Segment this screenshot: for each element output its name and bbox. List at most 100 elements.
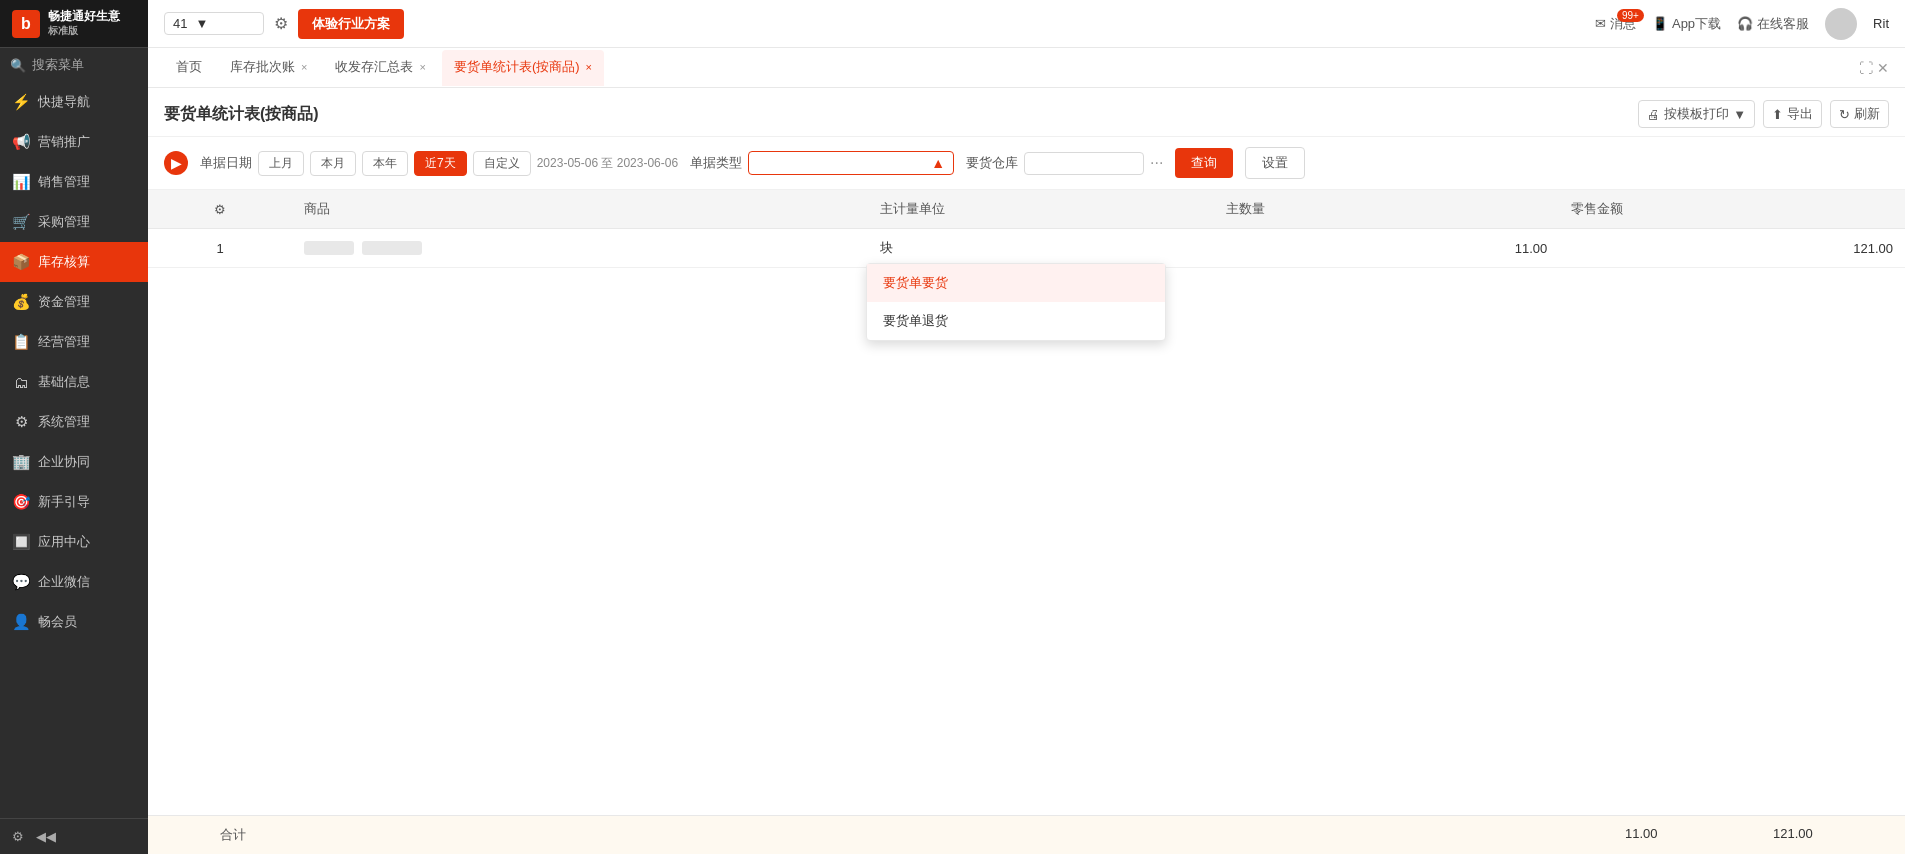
sidebar-item-enterprise[interactable]: 🏢 企业协同	[0, 442, 148, 482]
query-button[interactable]: 查询	[1175, 148, 1233, 178]
sidebar-item-sales[interactable]: 📊 销售管理	[0, 162, 148, 202]
tab-maximize-icon[interactable]: ⛶	[1859, 60, 1873, 76]
table-footer: 合计 11.00 121.00	[148, 815, 1905, 854]
sidebar-item-label: 营销推广	[38, 133, 90, 151]
date-btn-this-year[interactable]: 本年	[362, 151, 408, 176]
tab-close-icon[interactable]: ×	[586, 61, 592, 73]
app-name: 畅捷通好生意	[48, 9, 120, 25]
warehouse-input[interactable]	[1024, 152, 1144, 175]
date-btn-this-month[interactable]: 本月	[310, 151, 356, 176]
sidebar-item-label: 经营管理	[38, 333, 90, 351]
type-dropdown-arrow[interactable]: ▲	[931, 155, 945, 171]
dropdown-item-order-return[interactable]: 要货单退货	[867, 302, 1165, 340]
top-header: 41 ▼ ⚙ 体验行业方案 ✉ 消息 99+ 📱 App下载 🎧 在线客服 Ri…	[148, 0, 1905, 48]
collapse-icon[interactable]: ◀◀	[36, 829, 56, 844]
purchase-icon: 🛒	[12, 213, 30, 231]
sidebar-item-label: 畅会员	[38, 613, 77, 631]
search-icon: 🔍	[10, 58, 26, 73]
tab-receivable-summary[interactable]: 收发存汇总表 ×	[323, 50, 437, 86]
sidebar-item-operations[interactable]: 📋 经营管理	[0, 322, 148, 362]
filter-toggle-btn[interactable]: ▶	[164, 151, 188, 175]
sidebar-item-guide[interactable]: 🎯 新手引导	[0, 482, 148, 522]
dropdown-item-label: 要货单退货	[883, 313, 948, 328]
export-button[interactable]: ⬆ 导出	[1763, 100, 1822, 128]
message-badge: 99+	[1617, 9, 1644, 22]
sidebar-item-quick-nav[interactable]: ⚡ 快捷导航	[0, 82, 148, 122]
app-download-label: App下载	[1672, 15, 1721, 33]
user-name: Rit	[1873, 16, 1889, 31]
service-label: 在线客服	[1757, 15, 1809, 33]
message-link[interactable]: ✉ 消息 99+	[1595, 15, 1636, 33]
tab-close-icon[interactable]: ×	[301, 61, 307, 73]
main-area: 41 ▼ ⚙ 体验行业方案 ✉ 消息 99+ 📱 App下载 🎧 在线客服 Ri…	[148, 0, 1905, 854]
refresh-button[interactable]: ↻ 刷新	[1830, 100, 1889, 128]
more-filters-icon[interactable]: ···	[1150, 154, 1163, 172]
sidebar-item-wechat[interactable]: 💬 企业微信	[0, 562, 148, 602]
sidebar-item-label: 基础信息	[38, 373, 90, 391]
sidebar-item-label: 新手引导	[38, 493, 90, 511]
sidebar-item-label: 应用中心	[38, 533, 90, 551]
sidebar-item-label: 企业协同	[38, 453, 90, 471]
warehouse-field[interactable]	[1033, 156, 1133, 171]
tab-close-icon[interactable]: ×	[419, 61, 425, 73]
marketing-icon: 📢	[12, 133, 30, 151]
basic-icon: 🗂	[12, 374, 30, 391]
system-icon: ⚙	[12, 413, 30, 431]
sidebar-item-system[interactable]: ⚙ 系统管理	[0, 402, 148, 442]
dropdown-item-order-goods[interactable]: 要货单要货	[867, 264, 1165, 302]
sidebar-item-appstore[interactable]: 🔲 应用中心	[0, 522, 148, 562]
app-download-link[interactable]: 📱 App下载	[1652, 15, 1721, 33]
row-amount[interactable]: 121.00	[1559, 229, 1905, 268]
header-gear-icon[interactable]: ⚙	[274, 14, 288, 33]
sidebar-item-inventory[interactable]: 📦 库存核算	[0, 242, 148, 282]
page-header: 要货单统计表(按商品) 🖨 按模板打印 ▼ ⬆ 导出 ↻ 刷新	[148, 88, 1905, 137]
print-template-button[interactable]: 🖨 按模板打印 ▼	[1638, 100, 1755, 128]
tab-label: 收发存汇总表	[335, 58, 413, 76]
member-icon: 👤	[12, 613, 30, 631]
date-btn-last-month[interactable]: 上月	[258, 151, 304, 176]
page-title: 要货单统计表(按商品)	[164, 104, 319, 125]
export-label: 导出	[1787, 105, 1813, 123]
set-button[interactable]: 设置	[1245, 147, 1305, 179]
service-link[interactable]: 🎧 在线客服	[1737, 15, 1809, 33]
sidebar-search[interactable]: 🔍 搜索菜单	[0, 48, 148, 82]
finance-icon: 💰	[12, 293, 30, 311]
tab-order-stats[interactable]: 要货单统计表(按商品) ×	[442, 50, 604, 86]
print-template-label: 按模板打印	[1664, 105, 1729, 123]
sidebar-item-marketing[interactable]: 📢 营销推广	[0, 122, 148, 162]
breadcrumb-select[interactable]: 41 ▼	[164, 12, 264, 35]
settings-icon[interactable]: ⚙	[12, 829, 24, 844]
refresh-icon: ↻	[1839, 107, 1850, 122]
footer-amount-value: 121.00	[1773, 826, 1893, 844]
warehouse-filter-group: 要货仓库 ···	[966, 152, 1163, 175]
export-icon: ⬆	[1772, 107, 1783, 122]
warehouse-label: 要货仓库	[966, 154, 1018, 172]
app-logo: b 畅捷通好生意 标准版	[0, 0, 148, 48]
type-dropdown[interactable]: ▲	[748, 151, 954, 175]
enterprise-icon: 🏢	[12, 453, 30, 471]
sidebar-item-label: 企业微信	[38, 573, 90, 591]
col-header-goods: 商品	[292, 190, 868, 229]
sales-icon: 📊	[12, 173, 30, 191]
date-btn-custom[interactable]: 自定义	[473, 151, 531, 176]
sidebar-item-purchase[interactable]: 🛒 采购管理	[0, 202, 148, 242]
tab-bar: 首页 库存批次账 × 收发存汇总表 × 要货单统计表(按商品) × ⛶ ✕	[148, 48, 1905, 88]
trial-button[interactable]: 体验行业方案	[298, 9, 404, 39]
sidebar-item-basic[interactable]: 🗂 基础信息	[0, 362, 148, 402]
date-btn-7days[interactable]: 近7天	[414, 151, 467, 176]
tab-inventory-batch[interactable]: 库存批次账 ×	[218, 50, 319, 86]
sidebar-item-label: 系统管理	[38, 413, 90, 431]
col-header-settings[interactable]: ⚙	[148, 190, 292, 229]
tab-home[interactable]: 首页	[164, 50, 214, 86]
sidebar-item-member[interactable]: 👤 畅会员	[0, 602, 148, 642]
col-header-amount: 零售金额	[1559, 190, 1905, 229]
type-input[interactable]	[757, 156, 925, 171]
tab-close-all-icon[interactable]: ✕	[1877, 60, 1889, 76]
user-avatar[interactable]	[1825, 8, 1857, 40]
settings-icon: ⚙	[214, 202, 226, 217]
sidebar-item-finance[interactable]: 💰 资金管理	[0, 282, 148, 322]
product-placeholder-1	[304, 241, 354, 255]
chevron-down-icon: ▼	[1733, 107, 1746, 122]
tab-label: 要货单统计表(按商品)	[454, 58, 580, 76]
row-qty[interactable]: 11.00	[1214, 229, 1560, 268]
